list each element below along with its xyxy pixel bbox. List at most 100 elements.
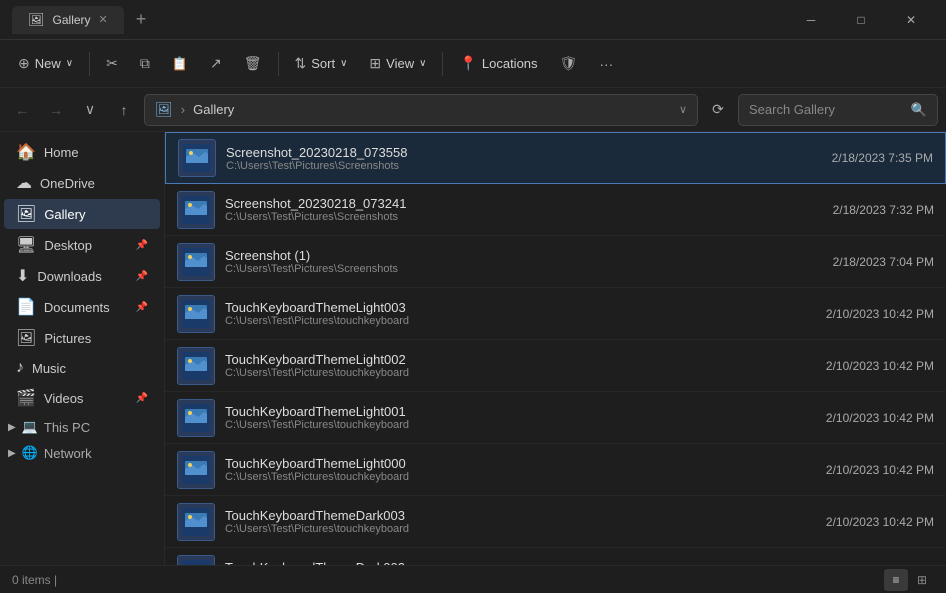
sidebar-item-videos[interactable]: 🎬 Videos 📌 bbox=[4, 383, 160, 413]
copy-button[interactable]: ⧉ bbox=[130, 49, 160, 78]
onedrive-icon: ☁ bbox=[16, 173, 32, 193]
file-name: TouchKeyboardThemeLight001 bbox=[225, 404, 764, 419]
videos-icon: 🎬 bbox=[16, 388, 36, 408]
file-date: 2/18/2023 7:32 PM bbox=[774, 203, 934, 217]
security-button[interactable]: 🛡 bbox=[550, 49, 588, 78]
file-name: Screenshot_20230218_073558 bbox=[226, 145, 763, 160]
expand-icon: ▶ bbox=[8, 422, 16, 433]
close-button[interactable]: ✕ bbox=[888, 5, 934, 35]
list-view-button[interactable]: ≡ bbox=[884, 569, 908, 591]
cut-button[interactable]: ✂ bbox=[96, 49, 128, 78]
up-button[interactable]: ↑ bbox=[110, 96, 138, 124]
file-thumbnail bbox=[177, 191, 215, 229]
table-row[interactable]: Screenshot_20230218_073241 C:\Users\Test… bbox=[165, 184, 946, 236]
minimize-button[interactable]: ─ bbox=[788, 5, 834, 35]
paste-button[interactable]: 📋 bbox=[162, 50, 198, 78]
sidebar-item-label: Gallery bbox=[44, 207, 148, 222]
file-info: Screenshot_20230218_073241 C:\Users\Test… bbox=[225, 196, 764, 223]
music-icon: ♪ bbox=[16, 359, 24, 377]
sidebar-group-network[interactable]: ▶ 🌐 Network bbox=[0, 440, 164, 466]
table-row[interactable]: TouchKeyboardThemeLight001 C:\Users\Test… bbox=[165, 392, 946, 444]
table-row[interactable]: TouchKeyboardThemeLight003 C:\Users\Test… bbox=[165, 288, 946, 340]
file-path: C:\Users\Test\Pictures\touchkeyboard bbox=[225, 419, 764, 431]
file-thumbnail bbox=[177, 555, 215, 566]
pc-icon: 💻 bbox=[22, 419, 38, 435]
back-button[interactable]: ← bbox=[8, 96, 36, 124]
security-icon: 🛡 bbox=[560, 55, 578, 72]
maximize-button[interactable]: □ bbox=[838, 5, 884, 35]
expand-button[interactable]: ∨ bbox=[76, 96, 104, 124]
search-box[interactable]: Search Gallery 🔍 bbox=[738, 94, 938, 126]
tab-icon: 🖼 bbox=[28, 12, 45, 28]
share-icon: ↗ bbox=[210, 55, 222, 72]
table-row[interactable]: TouchKeyboardThemeDark002 C:\Users\Test\… bbox=[165, 548, 946, 565]
sidebar-item-desktop[interactable]: 🖥 Desktop 📌 bbox=[4, 230, 160, 260]
sidebar-item-onedrive[interactable]: ☁ OneDrive bbox=[4, 168, 160, 198]
separator-3 bbox=[442, 52, 443, 76]
view-button[interactable]: ⊞ View ∨ bbox=[359, 49, 436, 78]
sidebar-group-this-pc[interactable]: ▶ 💻 This PC bbox=[0, 414, 164, 440]
more-icon: ··· bbox=[599, 56, 613, 72]
sidebar-item-music[interactable]: ♪ Music bbox=[4, 354, 160, 382]
tab-close-button[interactable]: ✕ bbox=[99, 13, 108, 26]
address-bar: ← → ∨ ↑ 🖼 › Gallery ∨ ⟳ Search Gallery 🔍 bbox=[0, 88, 946, 132]
pin-icon: 📌 bbox=[136, 240, 148, 251]
table-row[interactable]: TouchKeyboardThemeLight000 C:\Users\Test… bbox=[165, 444, 946, 496]
address-separator: › bbox=[181, 102, 185, 117]
address-folder-icon: 🖼 bbox=[155, 101, 173, 118]
new-dropdown-icon: ∨ bbox=[66, 58, 73, 69]
file-date: 2/10/2023 10:42 PM bbox=[774, 307, 934, 321]
table-row[interactable]: Screenshot (1) C:\Users\Test\Pictures\Sc… bbox=[165, 236, 946, 288]
file-info: TouchKeyboardThemeDark002 C:\Users\Test\… bbox=[225, 560, 764, 565]
file-thumbnail bbox=[177, 399, 215, 437]
table-row[interactable]: TouchKeyboardThemeLight002 C:\Users\Test… bbox=[165, 340, 946, 392]
sidebar-item-label: Pictures bbox=[44, 331, 148, 346]
file-path: C:\Users\Test\Pictures\touchkeyboard bbox=[225, 367, 764, 379]
file-path: C:\Users\Test\Pictures\touchkeyboard bbox=[225, 523, 764, 535]
forward-button[interactable]: → bbox=[42, 96, 70, 124]
sidebar-item-label: Home bbox=[44, 145, 148, 160]
file-name: TouchKeyboardThemeLight002 bbox=[225, 352, 764, 367]
file-path: C:\Users\Test\Pictures\touchkeyboard bbox=[225, 315, 764, 327]
refresh-button[interactable]: ⟳ bbox=[704, 96, 732, 124]
toolbar: ⊕ New ∨ ✂ ⧉ 📋 ↗ 🗑 ⇅ Sort ∨ ⊞ View ∨ 📍 Lo… bbox=[0, 40, 946, 88]
expand-icon: ▶ bbox=[8, 448, 16, 459]
new-label: New bbox=[35, 56, 61, 71]
share-button[interactable]: ↗ bbox=[200, 49, 232, 78]
title-bar: 🖼 Gallery ✕ + ─ □ ✕ bbox=[0, 0, 946, 40]
sort-button[interactable]: ⇅ Sort ∨ bbox=[285, 49, 358, 78]
sidebar-item-downloads[interactable]: ⬇ Downloads 📌 bbox=[4, 261, 160, 291]
sidebar-item-documents[interactable]: 📄 Documents 📌 bbox=[4, 292, 160, 322]
file-info: Screenshot (1) C:\Users\Test\Pictures\Sc… bbox=[225, 248, 764, 275]
sidebar-item-home[interactable]: 🏠 Home bbox=[4, 137, 160, 167]
locations-button[interactable]: 📍 Locations bbox=[449, 49, 547, 78]
separator-2 bbox=[278, 52, 279, 76]
tab-gallery[interactable]: 🖼 Gallery ✕ bbox=[12, 6, 124, 34]
address-input[interactable]: 🖼 › Gallery ∨ bbox=[144, 94, 698, 126]
new-tab-button[interactable]: + bbox=[136, 9, 147, 30]
address-path-label: Gallery bbox=[193, 102, 671, 117]
sidebar-item-gallery[interactable]: 🖼 Gallery bbox=[4, 199, 160, 229]
delete-button[interactable]: 🗑 bbox=[234, 49, 272, 78]
window-controls: ─ □ ✕ bbox=[788, 5, 934, 35]
sidebar-item-label: Documents bbox=[44, 300, 128, 315]
address-dropdown-icon[interactable]: ∨ bbox=[679, 103, 687, 116]
more-button[interactable]: ··· bbox=[589, 50, 623, 78]
pictures-icon: 🖼 bbox=[16, 328, 36, 348]
grid-view-button[interactable]: ⊞ bbox=[910, 569, 934, 591]
desktop-icon: 🖥 bbox=[16, 235, 36, 255]
pin-icon: 📌 bbox=[136, 393, 148, 404]
new-button[interactable]: ⊕ New ∨ bbox=[8, 49, 83, 78]
pin-icon: 📌 bbox=[136, 271, 148, 282]
table-row[interactable]: Screenshot_20230218_073558 C:\Users\Test… bbox=[165, 132, 946, 184]
cut-icon: ✂ bbox=[106, 55, 118, 72]
gallery-icon: 🖼 bbox=[16, 204, 36, 224]
file-thumbnail bbox=[178, 139, 216, 177]
sidebar-item-pictures[interactable]: 🖼 Pictures bbox=[4, 323, 160, 353]
copy-icon: ⧉ bbox=[140, 55, 150, 72]
file-list: Screenshot_20230218_073558 C:\Users\Test… bbox=[165, 132, 946, 565]
table-row[interactable]: TouchKeyboardThemeDark003 C:\Users\Test\… bbox=[165, 496, 946, 548]
view-toggle: ≡ ⊞ bbox=[884, 569, 934, 591]
sidebar-item-label: Videos bbox=[44, 391, 128, 406]
paste-icon: 📋 bbox=[172, 56, 188, 72]
